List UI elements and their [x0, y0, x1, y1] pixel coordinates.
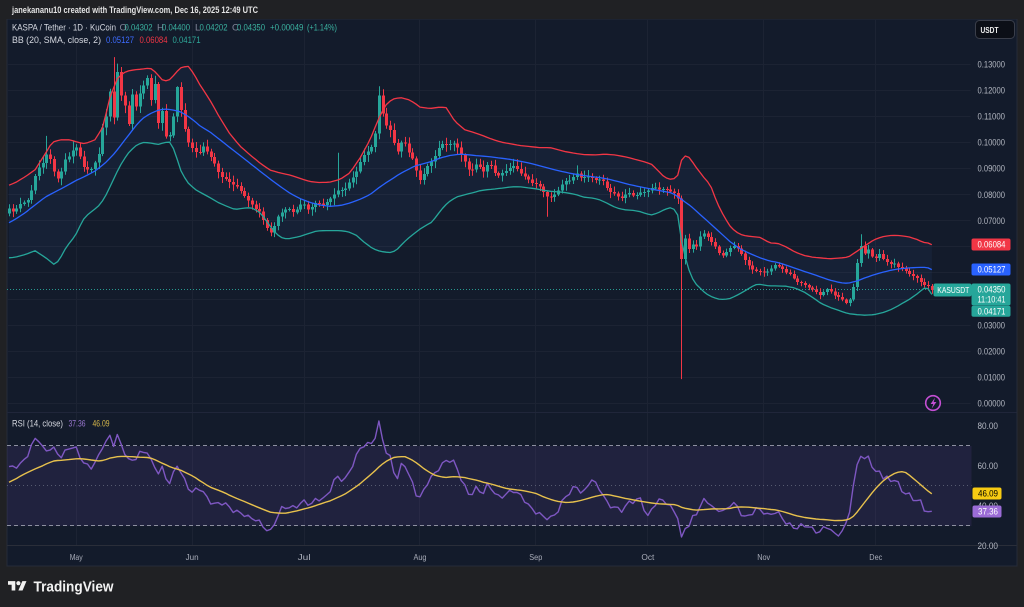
- svg-text:Dec: Dec: [869, 553, 882, 562]
- svg-text:janekananu10 created with Trad: janekananu10 created with TradingView.co…: [11, 5, 258, 16]
- svg-text:0.10000: 0.10000: [978, 138, 1006, 148]
- svg-text:0.04171: 0.04171: [978, 307, 1006, 317]
- svg-text:0.06084: 0.06084: [140, 35, 168, 46]
- svg-text:0.04171: 0.04171: [173, 35, 201, 46]
- svg-text:0.03000: 0.03000: [978, 320, 1006, 330]
- svg-text:46.09: 46.09: [93, 419, 110, 430]
- svg-text:Oct: Oct: [641, 553, 655, 562]
- svg-text:37.36: 37.36: [978, 507, 998, 517]
- svg-text:20.00: 20.00: [978, 541, 999, 551]
- svg-text:(+1.14%): (+1.14%): [307, 23, 337, 34]
- svg-text:RSI (14, close): RSI (14, close): [12, 419, 63, 430]
- svg-text:0.00000: 0.00000: [978, 399, 1006, 409]
- svg-text:0.12000: 0.12000: [978, 85, 1006, 95]
- svg-text:Sep: Sep: [529, 553, 543, 562]
- svg-text:0.04202: 0.04202: [200, 23, 228, 34]
- svg-text:KASPA / Tether · 1D · KuCoin: KASPA / Tether · 1D · KuCoin: [12, 23, 116, 34]
- svg-text:+0.00049: +0.00049: [270, 23, 304, 34]
- svg-text:0.07000: 0.07000: [978, 216, 1006, 226]
- svg-text:KASUSDT: KASUSDT: [937, 285, 969, 295]
- svg-text:Jul: Jul: [298, 553, 311, 562]
- svg-text:0.05127: 0.05127: [106, 35, 134, 46]
- svg-text:BB (20, SMA, close, 2): BB (20, SMA, close, 2): [12, 35, 101, 46]
- svg-text:0.04350: 0.04350: [237, 23, 265, 34]
- svg-text:0.11000: 0.11000: [978, 112, 1006, 122]
- svg-text:11:10:41: 11:10:41: [978, 294, 1006, 304]
- svg-text:USDT: USDT: [981, 25, 1000, 35]
- svg-text:0.04302: 0.04302: [125, 23, 153, 34]
- svg-text:0.08000: 0.08000: [978, 190, 1006, 200]
- svg-text:0.05127: 0.05127: [978, 265, 1006, 275]
- svg-text:0.06084: 0.06084: [978, 240, 1006, 250]
- svg-text:May: May: [70, 553, 83, 562]
- svg-text:Nov: Nov: [757, 553, 770, 562]
- svg-text:0.13000: 0.13000: [978, 59, 1006, 69]
- svg-text:0.09000: 0.09000: [978, 164, 1006, 174]
- svg-text:TradingView: TradingView: [34, 579, 114, 596]
- svg-text:0.01000: 0.01000: [978, 373, 1006, 383]
- svg-text:46.09: 46.09: [978, 489, 998, 499]
- svg-text:37.36: 37.36: [69, 419, 86, 430]
- svg-text:60.00: 60.00: [978, 461, 999, 471]
- svg-text:Jun: Jun: [186, 553, 199, 562]
- svg-text:0.02000: 0.02000: [978, 346, 1006, 356]
- svg-text:0.04350: 0.04350: [978, 285, 1006, 295]
- svg-text:80.00: 80.00: [978, 421, 999, 431]
- svg-text:0.04400: 0.04400: [162, 23, 190, 34]
- svg-text:Aug: Aug: [414, 553, 427, 562]
